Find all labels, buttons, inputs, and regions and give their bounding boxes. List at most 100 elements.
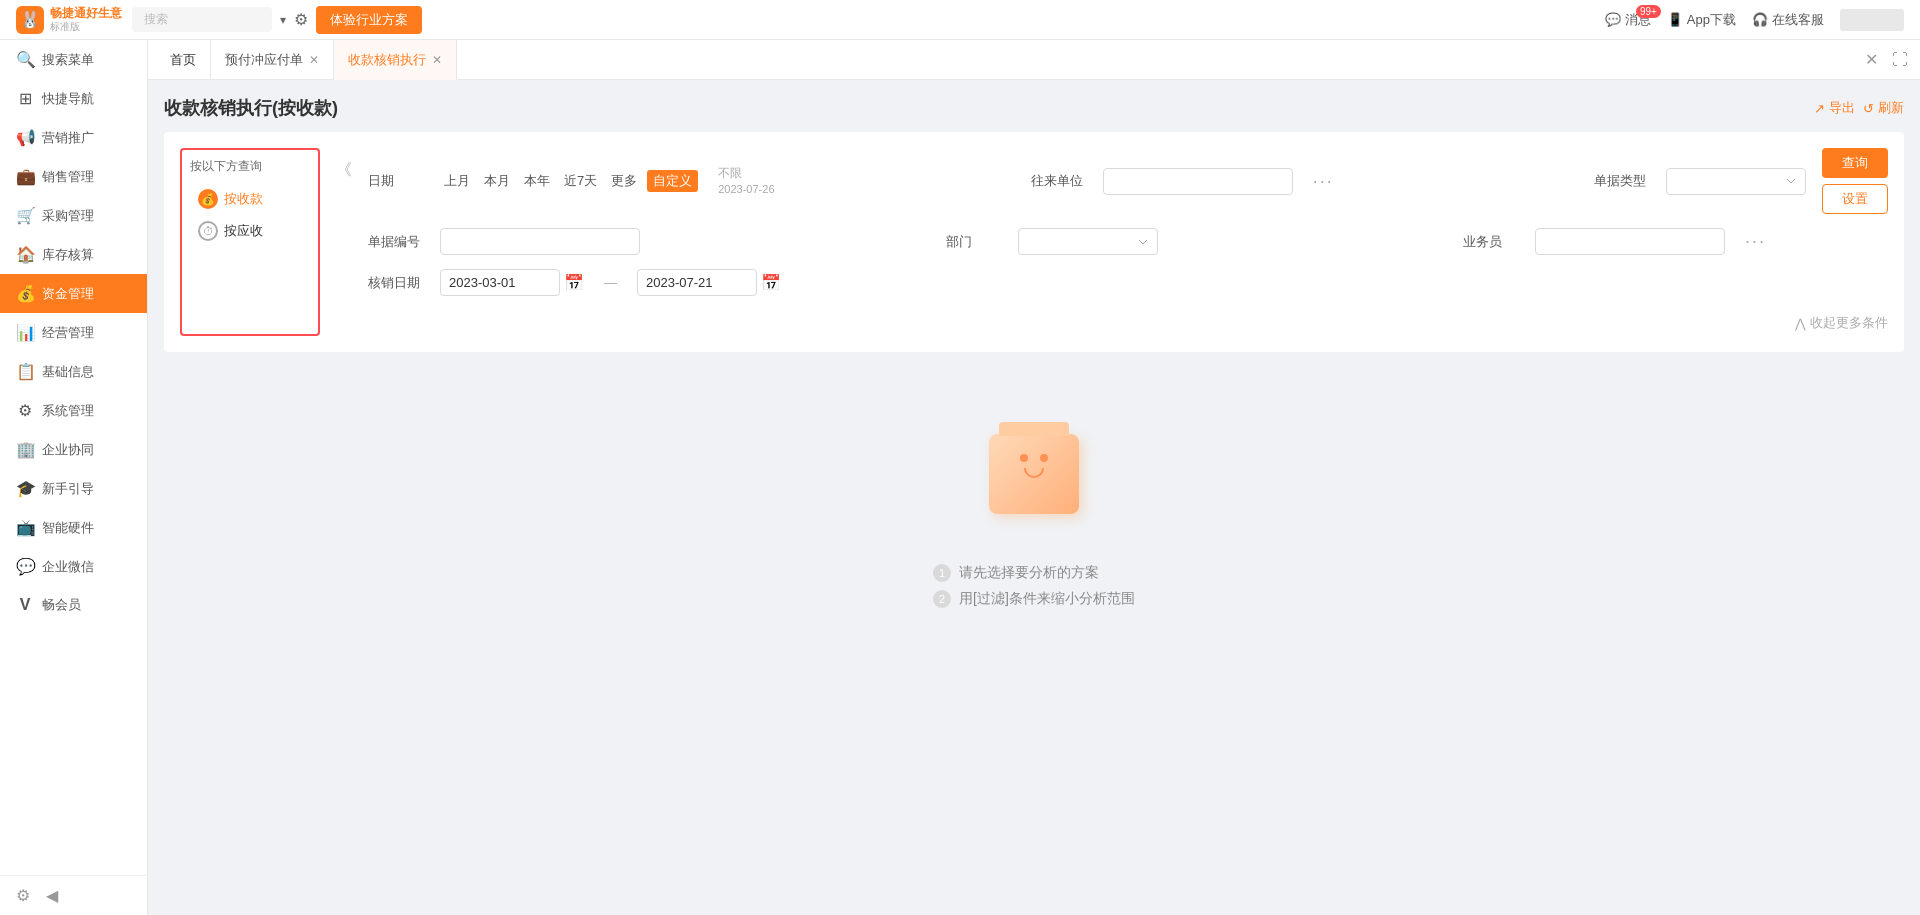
empty-eyes xyxy=(1020,454,1048,462)
collapse-more-button[interactable]: ⋀ 收起更多条件 xyxy=(368,310,1888,336)
query-button[interactable]: 查询 xyxy=(1822,148,1888,178)
tab-prepay-label: 预付冲应付单 xyxy=(225,51,303,69)
logo: 🐰 畅捷通好生意 标准版 xyxy=(16,6,122,34)
top-bar-center: 搜索 ▾ ⚙ 体验行业方案 xyxy=(132,6,1595,34)
tab-prepay-close-icon[interactable]: ✕ xyxy=(309,53,319,67)
hint2-text: 用[过滤]条件来缩小分析范围 xyxy=(959,590,1135,608)
date-shortcut-thisyear[interactable]: 本年 xyxy=(520,170,554,192)
empty-illustration xyxy=(974,424,1094,544)
logo-icon: 🐰 xyxy=(16,6,44,34)
online-service-button[interactable]: 🎧 在线客服 xyxy=(1752,11,1824,29)
date-shortcut-lastmonth[interactable]: 上月 xyxy=(440,170,474,192)
sidebar-item-search[interactable]: 🔍 搜索菜单 xyxy=(0,40,147,79)
bottom-settings-icon[interactable]: ⚙ xyxy=(16,886,30,905)
sidebar-item-finance[interactable]: 💰 资金管理 xyxy=(0,274,147,313)
salesperson-dots-button[interactable]: ··· xyxy=(1741,231,1770,252)
verify-date-start-calendar-icon[interactable]: 📅 xyxy=(564,273,584,292)
department-select[interactable] xyxy=(1018,228,1158,255)
verify-date-start-group: 📅 xyxy=(440,269,584,296)
sidebar-item-marketing[interactable]: 📢 营销推广 xyxy=(0,118,147,157)
tab-prepay-offset[interactable]: 预付冲应付单 ✕ xyxy=(211,40,334,80)
date-nolimit-text: 不限 xyxy=(718,166,774,182)
sidebar-item-purchase[interactable]: 🛒 采购管理 xyxy=(0,196,147,235)
sidebar-item-operations[interactable]: 📊 经营管理 xyxy=(0,313,147,352)
filter-option-receipt[interactable]: 💰 按收款 xyxy=(190,183,310,215)
filter-collapse-button[interactable]: 《 xyxy=(332,156,356,185)
bill-type-select[interactable] xyxy=(1666,168,1806,195)
date-shortcut-7days[interactable]: 近7天 xyxy=(560,170,601,192)
empty-hint-2: 2 用[过滤]条件来缩小分析范围 xyxy=(933,590,1135,608)
sidebar-bottom: ⚙ ◀ xyxy=(0,875,147,915)
refresh-button[interactable]: ↺ 刷新 xyxy=(1863,99,1904,117)
export-button[interactable]: ↗ 导出 xyxy=(1814,99,1855,117)
message-icon: 💬 xyxy=(1605,12,1621,27)
date-shortcut-more[interactable]: 更多 xyxy=(607,170,641,192)
sidebar-item-enterprise[interactable]: 🏢 企业协同 xyxy=(0,430,147,469)
search-icon: 🔍 xyxy=(16,50,34,69)
empty-eye-right xyxy=(1040,454,1048,462)
export-label: 导出 xyxy=(1829,99,1855,117)
sidebar-label-basic: 基础信息 xyxy=(42,363,94,381)
date-shortcut-custom[interactable]: 自定义 xyxy=(647,170,698,192)
sidebar-item-inventory[interactable]: 🏠 库存核算 xyxy=(0,235,147,274)
tab-home[interactable]: 首页 xyxy=(156,40,211,80)
department-label: 部门 xyxy=(946,233,1002,251)
tab-bar-actions: ✕ ⛶ xyxy=(1861,46,1912,73)
app-edition: 标准版 xyxy=(50,21,122,33)
sidebar-item-hardware[interactable]: 📺 智能硬件 xyxy=(0,508,147,547)
salesperson-label: 业务员 xyxy=(1463,233,1519,251)
verify-date-end-input[interactable] xyxy=(637,269,757,296)
filter-option-receipt-label: 按收款 xyxy=(224,190,263,208)
tab-receivable-close-icon[interactable]: ✕ xyxy=(432,53,442,67)
filter-fields: 日期 上月 本月 本年 近7天 更多 自定义 不限 2023-07-26 xyxy=(368,148,1888,336)
sidebar-label-enterprise: 企业协同 xyxy=(42,441,94,459)
counterpart-input[interactable] xyxy=(1103,168,1293,195)
dropdown-arrow-icon[interactable]: ▾ xyxy=(280,13,286,27)
industry-solution-button[interactable]: 体验行业方案 xyxy=(316,6,422,34)
filter-section-title: 按以下方查询 xyxy=(190,158,310,175)
tab-expand-icon[interactable]: ⛶ xyxy=(1888,47,1912,73)
top-bar-right: 💬 消息 99+ 📱 App下载 🎧 在线客服 xyxy=(1605,9,1904,31)
basic-icon: 📋 xyxy=(16,362,34,381)
sidebar-item-member[interactable]: V 畅会员 xyxy=(0,586,147,624)
sidebar-item-sales[interactable]: 💼 销售管理 xyxy=(0,157,147,196)
app-download-button[interactable]: 📱 App下载 xyxy=(1667,11,1736,29)
empty-hint-1: 1 请先选择要分析的方案 xyxy=(933,564,1099,582)
sidebar-label-hardware: 智能硬件 xyxy=(42,519,94,537)
salesperson-input[interactable] xyxy=(1535,228,1725,255)
sidebar-collapse-icon[interactable]: ◀ xyxy=(46,886,58,905)
finance-icon: 💰 xyxy=(16,284,34,303)
bill-no-input[interactable] xyxy=(440,228,640,255)
collapse-more-label: 收起更多条件 xyxy=(1810,314,1888,332)
date-shortcut-thismonth[interactable]: 本月 xyxy=(480,170,514,192)
sidebar-item-basic[interactable]: 📋 基础信息 xyxy=(0,352,147,391)
date-range-separator: — xyxy=(600,275,621,290)
filter-option-receivable[interactable]: ⏱ 按应收 xyxy=(190,215,310,247)
filter-actions: 查询 设置 xyxy=(1822,148,1888,214)
settings-gear-icon[interactable]: ⚙ xyxy=(294,10,308,29)
member-icon: V xyxy=(16,596,34,614)
settings-button[interactable]: 设置 xyxy=(1822,184,1888,214)
tab-close-all-icon[interactable]: ✕ xyxy=(1861,46,1882,73)
verify-date-end-calendar-icon[interactable]: 📅 xyxy=(761,273,781,292)
sidebar-item-guide[interactable]: 🎓 新手引导 xyxy=(0,469,147,508)
sidebar-item-quicknav[interactable]: ⊞ 快捷导航 xyxy=(0,79,147,118)
sidebar-item-wechat[interactable]: 💬 企业微信 xyxy=(0,547,147,586)
sidebar-label-finance: 资金管理 xyxy=(42,285,94,303)
user-avatar[interactable] xyxy=(1840,9,1904,31)
filter-row-3: 核销日期 📅 — 📅 xyxy=(368,269,1888,296)
sales-icon: 💼 xyxy=(16,167,34,186)
empty-state: 1 请先选择要分析的方案 2 用[过滤]条件来缩小分析范围 xyxy=(164,364,1904,668)
sidebar-item-system[interactable]: ⚙ 系统管理 xyxy=(0,391,147,430)
export-icon: ↗ xyxy=(1814,101,1825,116)
sidebar-label-wechat: 企业微信 xyxy=(42,558,94,576)
verify-date-start-input[interactable] xyxy=(440,269,560,296)
tab-bar: 首页 预付冲应付单 ✕ 收款核销执行 ✕ ✕ ⛶ xyxy=(148,40,1920,80)
date-shortcuts: 上月 本月 本年 近7天 更多 自定义 xyxy=(440,170,698,192)
marketing-icon: 📢 xyxy=(16,128,34,147)
hint1-number: 1 xyxy=(933,564,951,582)
empty-hints: 1 请先选择要分析的方案 2 用[过滤]条件来缩小分析范围 xyxy=(933,564,1135,608)
counterpart-dots-button[interactable]: ··· xyxy=(1309,171,1338,192)
tab-receivable-offset[interactable]: 收款核销执行 ✕ xyxy=(334,40,457,80)
messages-button[interactable]: 💬 消息 99+ xyxy=(1605,11,1651,29)
